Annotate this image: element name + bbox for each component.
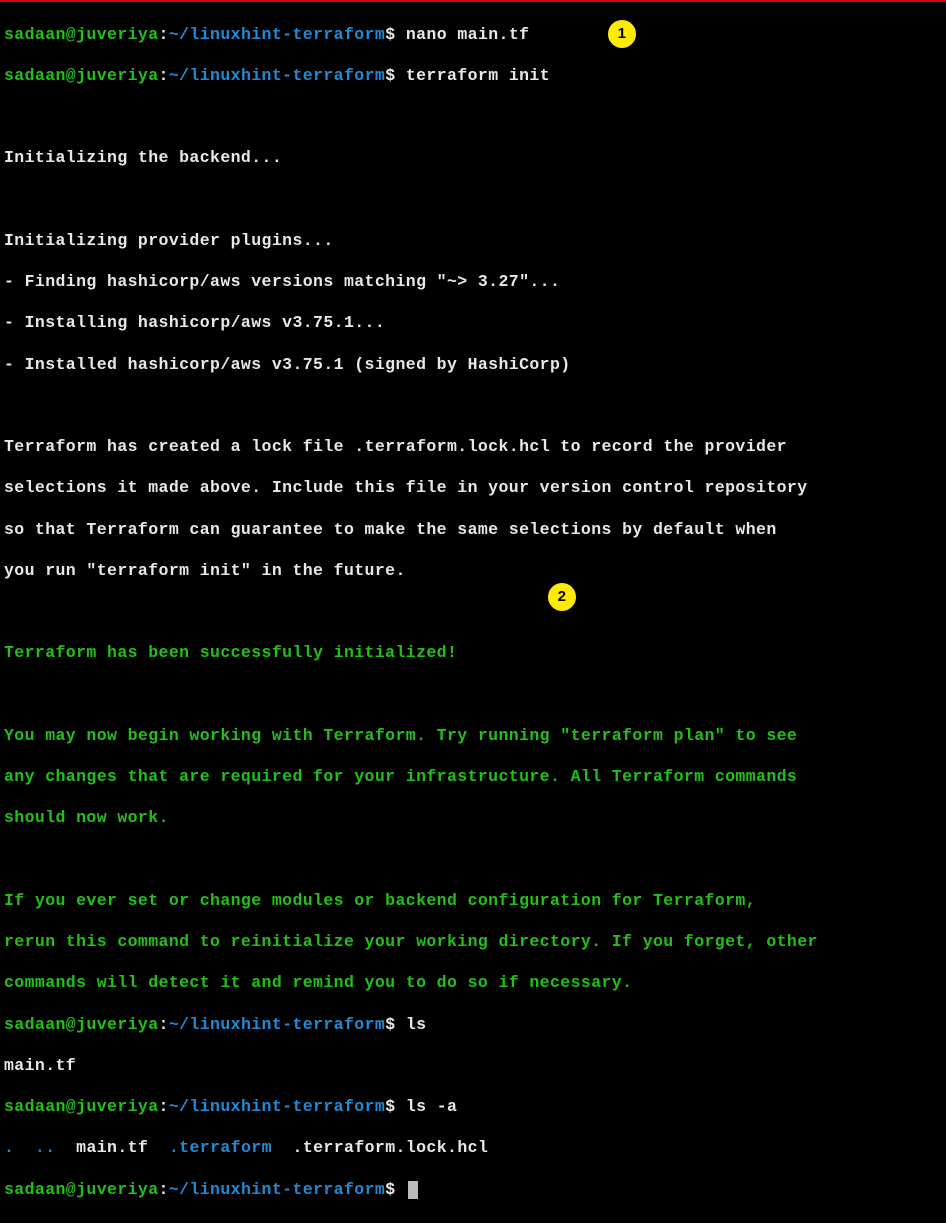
- prompt-line: sadaan@juveriya:~/linuxhint-terraform$ n…: [4, 25, 942, 46]
- prompt-user: sadaan@juveriya: [4, 1015, 159, 1034]
- prompt-path: ~/linuxhint-terraform: [169, 1097, 385, 1116]
- output-lock-line: Terraform has created a lock file .terra…: [4, 437, 942, 458]
- prompt-dollar: $: [385, 1015, 395, 1034]
- prompt-dollar: $: [385, 25, 395, 44]
- output-plan-hint: You may now begin working with Terraform…: [4, 726, 942, 747]
- output-installing: - Installing hashicorp/aws v3.75.1...: [4, 313, 942, 334]
- lsa-main: main.tf: [76, 1138, 148, 1157]
- output-module-hint: rerun this command to reinitialize your …: [4, 932, 942, 953]
- prompt-colon: :: [159, 66, 169, 85]
- prompt-line: sadaan@juveriya:~/linuxhint-terraform$ l…: [4, 1097, 942, 1118]
- output-blank: [4, 190, 942, 211]
- prompt-line: sadaan@juveriya:~/linuxhint-terraform$ t…: [4, 66, 942, 87]
- prompt-path: ~/linuxhint-terraform: [169, 1015, 385, 1034]
- output-lock-line: you run "terraform init" in the future.: [4, 561, 942, 582]
- output-lock-file: .terraform.lock.hcl: [354, 437, 550, 456]
- output-plan-hint: any changes that are required for your i…: [4, 767, 942, 788]
- prompt-dollar: $: [385, 1180, 395, 1199]
- output-blank: [4, 850, 942, 871]
- lsa-dotdot: ..: [35, 1138, 56, 1157]
- lsa-dot: .: [4, 1138, 14, 1157]
- prompt-user: sadaan@juveriya: [4, 1180, 159, 1199]
- prompt-dollar: $: [385, 66, 395, 85]
- prompt-user: sadaan@juveriya: [4, 66, 159, 85]
- output-blank: [4, 685, 942, 706]
- callout-badge-1: 1: [606, 18, 638, 50]
- prompt-colon: :: [159, 1015, 169, 1034]
- cmd-ls-a: ls -a: [406, 1097, 458, 1116]
- output-lock-post: to record the provider: [550, 437, 787, 456]
- prompt-line-current[interactable]: sadaan@juveriya:~/linuxhint-terraform$: [4, 1180, 942, 1201]
- cmd-terraform-init: terraform init: [406, 66, 550, 85]
- prompt-colon: :: [159, 1097, 169, 1116]
- output-blank: [4, 107, 942, 128]
- cmd-nano: nano main.tf: [406, 25, 530, 44]
- output-init-backend: Initializing the backend...: [4, 148, 942, 169]
- output-init-plugins: Initializing provider plugins...: [4, 231, 942, 252]
- output-ls: main.tf: [4, 1056, 942, 1077]
- lsa-terraform-dir: .terraform: [169, 1138, 272, 1157]
- output-lock-line: so that Terraform can guarantee to make …: [4, 520, 942, 541]
- output-lock-line: selections it made above. Include this f…: [4, 478, 942, 499]
- terminal-output[interactable]: sadaan@juveriya:~/linuxhint-terraform$ n…: [0, 2, 946, 1223]
- output-module-hint: commands will detect it and remind you t…: [4, 973, 942, 994]
- output-blank: [4, 602, 942, 623]
- prompt-path: ~/linuxhint-terraform: [169, 25, 385, 44]
- prompt-colon: :: [159, 1180, 169, 1199]
- output-installed: - Installed hashicorp/aws v3.75.1 (signe…: [4, 355, 942, 376]
- cursor-icon: [408, 1181, 418, 1199]
- prompt-user: sadaan@juveriya: [4, 25, 159, 44]
- lsa-lockfile: .terraform.lock.hcl: [293, 1138, 489, 1157]
- prompt-path: ~/linuxhint-terraform: [169, 1180, 385, 1199]
- prompt-path: ~/linuxhint-terraform: [169, 66, 385, 85]
- output-lock-pre: Terraform has created a lock file: [4, 437, 354, 456]
- prompt-colon: :: [159, 25, 169, 44]
- prompt-user: sadaan@juveriya: [4, 1097, 159, 1116]
- output-ls-a: . .. main.tf .terraform .terraform.lock.…: [4, 1138, 942, 1159]
- output-blank: [4, 396, 942, 417]
- prompt-dollar: $: [385, 1097, 395, 1116]
- output-success: Terraform has been successfully initiali…: [4, 643, 942, 664]
- cmd-ls: ls: [406, 1015, 427, 1034]
- prompt-line: sadaan@juveriya:~/linuxhint-terraform$ l…: [4, 1015, 942, 1036]
- output-module-hint: If you ever set or change modules or bac…: [4, 891, 942, 912]
- output-plan-hint: should now work.: [4, 808, 942, 829]
- callout-badge-2: 2: [546, 581, 578, 613]
- output-finding: - Finding hashicorp/aws versions matchin…: [4, 272, 942, 293]
